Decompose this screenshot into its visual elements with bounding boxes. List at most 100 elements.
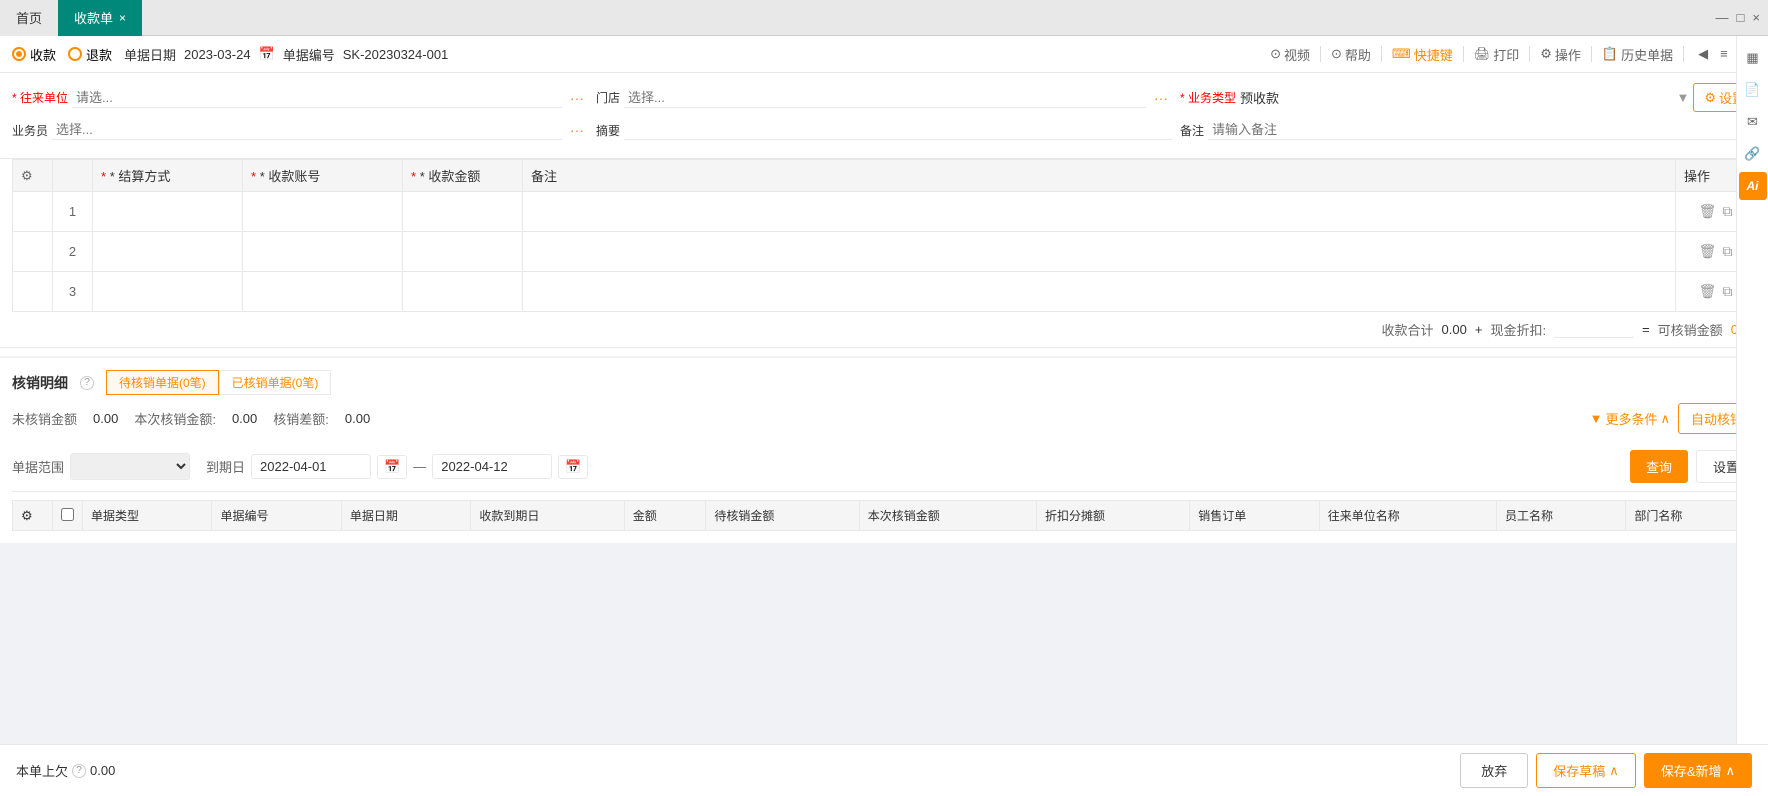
- maximize-icon[interactable]: □: [1737, 10, 1745, 25]
- shortcut-label: 快捷键: [1414, 45, 1453, 64]
- discount-input[interactable]: [1554, 322, 1634, 338]
- range-filter: 单据范围: [12, 453, 190, 480]
- doc-info: 单据日期 2023-03-24 📅 单据编号 SK-20230324-001: [124, 45, 448, 64]
- salesperson-more-btn[interactable]: ···: [566, 122, 588, 138]
- row2-delete-icon[interactable]: 🗑: [1699, 243, 1717, 260]
- shortcut-icon: ⌨: [1392, 46, 1411, 62]
- radio-refund[interactable]: 退款: [68, 45, 112, 64]
- radio-receive[interactable]: 收款: [12, 45, 56, 64]
- save-new-dropdown-icon[interactable]: ∧: [1725, 763, 1735, 779]
- tab-active[interactable]: 收款单 ×: [58, 0, 142, 36]
- tab-pending[interactable]: 待核销单据(0笔): [106, 370, 219, 395]
- row3-settlement[interactable]: [93, 272, 243, 312]
- tab-close-icon[interactable]: ×: [119, 11, 126, 25]
- wt-col-amount: 金额: [624, 501, 706, 531]
- list-view-icon[interactable]: ≡: [1716, 44, 1732, 64]
- print-btn[interactable]: 🖨 打印: [1474, 45, 1520, 64]
- divider1: [1320, 46, 1321, 62]
- row2-account[interactable]: [243, 232, 403, 272]
- row3-amount[interactable]: [403, 272, 523, 312]
- history-label: 历史单据: [1621, 45, 1673, 64]
- save-draft-button[interactable]: 保存草稿 ∧: [1536, 753, 1636, 788]
- writeoff-info-icon[interactable]: ?: [80, 376, 94, 390]
- save-draft-dropdown-icon[interactable]: ∧: [1609, 763, 1619, 779]
- sidebar-icon-3[interactable]: ✉: [1739, 108, 1767, 136]
- range-select[interactable]: [70, 453, 190, 480]
- tab-home[interactable]: 首页: [0, 0, 58, 36]
- this-order-label: 本单上欠: [16, 761, 68, 780]
- due-date-label: 到期日: [206, 457, 245, 476]
- more-filter-btn[interactable]: ▼ 更多条件 ∧: [1590, 409, 1670, 428]
- due-date-start-input[interactable]: [251, 454, 371, 479]
- shortcut-btn[interactable]: ⌨ 快捷键: [1392, 45, 1453, 64]
- form-area: * 往来单位 ··· 门店 ··· * 业务类型 预收款 ▼ ⚙ 设置: [0, 73, 1768, 159]
- sidebar-icon-2[interactable]: 📄: [1739, 76, 1767, 104]
- counterparty-label: * 往来单位: [12, 89, 68, 106]
- this-order-info-icon[interactable]: ?: [72, 764, 86, 778]
- row2-remarks[interactable]: [523, 232, 1676, 272]
- history-icon: 📋: [1602, 46, 1618, 62]
- due-date-start-calendar-icon[interactable]: 📅: [377, 455, 407, 479]
- row3-copy-icon[interactable]: ⧉: [1722, 283, 1732, 300]
- store-more-btn[interactable]: ···: [1150, 90, 1172, 106]
- radio-refund-label: 退款: [86, 45, 112, 64]
- sidebar-icon-5[interactable]: Ai: [1739, 172, 1767, 200]
- date-separator: —: [413, 459, 426, 474]
- col-settings-header[interactable]: ⚙: [13, 160, 53, 192]
- row2-copy-icon[interactable]: ⧉: [1722, 243, 1732, 260]
- settings-gear-icon[interactable]: ⚙: [21, 168, 33, 183]
- wt-col-checkbox[interactable]: [53, 501, 83, 531]
- salesperson-label: 业务员: [12, 122, 48, 139]
- select-all-checkbox[interactable]: [61, 508, 74, 521]
- due-date-end-input[interactable]: [432, 454, 552, 479]
- counterparty-input[interactable]: [72, 88, 562, 108]
- counterparty-more-btn[interactable]: ···: [566, 90, 588, 106]
- filter-label: 更多条件: [1605, 409, 1657, 428]
- calendar-icon[interactable]: 📅: [259, 46, 275, 62]
- prev-icon[interactable]: ◀: [1694, 44, 1712, 64]
- save-new-button[interactable]: 保存&新增 ∧: [1644, 753, 1752, 788]
- sidebar-icon-4[interactable]: 🔗: [1739, 140, 1767, 168]
- row1-copy-icon[interactable]: ⧉: [1722, 203, 1732, 220]
- row1-remarks[interactable]: [523, 192, 1676, 232]
- remarks-input[interactable]: [1208, 120, 1756, 140]
- row1-delete-icon[interactable]: 🗑: [1699, 203, 1717, 220]
- gear-icon: ⚙: [1704, 90, 1716, 106]
- wt-col-pending: 待核销金额: [706, 501, 859, 531]
- tab-done[interactable]: 已核销单据(0笔): [219, 370, 332, 395]
- row3-remarks[interactable]: [523, 272, 1676, 312]
- remarks-field: 备注: [1180, 120, 1756, 140]
- operate-btn[interactable]: ⚙ 操作: [1540, 45, 1581, 64]
- minimize-icon[interactable]: —: [1716, 10, 1729, 25]
- row2-amount[interactable]: [403, 232, 523, 272]
- row3-account[interactable]: [243, 272, 403, 312]
- table-icon: ▦: [1746, 50, 1758, 66]
- store-input[interactable]: [624, 88, 1146, 108]
- row1-num: 1: [53, 192, 93, 232]
- tab-bar: 首页 收款单 × — □ ×: [0, 0, 1768, 36]
- help-btn[interactable]: ⊙ 帮助: [1331, 45, 1371, 64]
- salesperson-input[interactable]: [52, 120, 562, 140]
- due-date-end-calendar-icon[interactable]: 📅: [558, 455, 588, 479]
- row1-settlement[interactable]: [93, 192, 243, 232]
- history-btn[interactable]: 📋 历史单据: [1602, 45, 1673, 64]
- store-field: 门店 ···: [596, 88, 1172, 108]
- query-button[interactable]: 查询: [1630, 450, 1688, 483]
- available-label: 可核销金额: [1658, 320, 1723, 339]
- close-icon[interactable]: ×: [1752, 10, 1760, 25]
- sidebar-icon-1[interactable]: ▦: [1739, 44, 1767, 72]
- save-draft-label: 保存草稿: [1553, 761, 1605, 780]
- row1-amount[interactable]: [403, 192, 523, 232]
- video-btn[interactable]: ⊙ 视频: [1270, 45, 1310, 64]
- summary-input[interactable]: [624, 120, 1172, 140]
- row2-settlement[interactable]: [93, 232, 243, 272]
- wt-settings-icon[interactable]: ⚙: [21, 508, 33, 523]
- wt-col-settings[interactable]: ⚙: [13, 501, 53, 531]
- business-type-dropdown-icon[interactable]: ▼: [1676, 90, 1689, 105]
- col-settlement-header: * * 结算方式: [93, 160, 243, 192]
- abandon-button[interactable]: 放弃: [1460, 753, 1528, 788]
- radio-receive-label: 收款: [30, 45, 56, 64]
- bottom-left: 本单上欠 ? 0.00: [16, 761, 115, 780]
- row3-delete-icon[interactable]: 🗑: [1699, 283, 1717, 300]
- row1-account[interactable]: [243, 192, 403, 232]
